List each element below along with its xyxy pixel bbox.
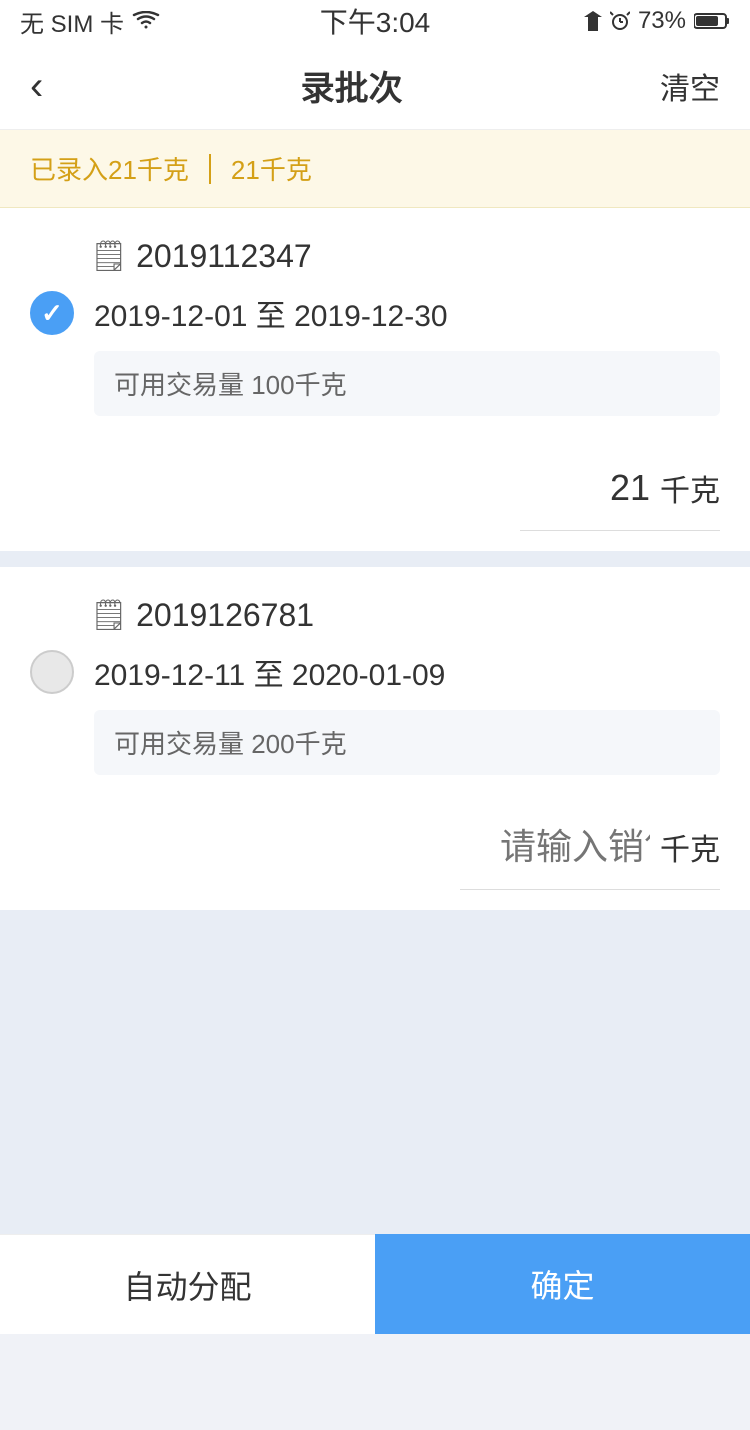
nav-bar: ‹ 录批次 清空 [0, 42, 750, 130]
batch1-inner: 🗒 2019112347 2019-12-01 至 2019-12-30 可用交… [0, 208, 750, 446]
wifi-icon [132, 11, 160, 31]
batch2-id: 2019126781 [136, 597, 314, 634]
batch2-input-row: 千克 [0, 805, 750, 889]
batch1-checkbox[interactable] [30, 291, 74, 335]
auto-distribute-button[interactable]: 自动分配 [0, 1234, 375, 1334]
page-title: 录批次 [301, 61, 403, 110]
bottom-bar: 自动分配 确定 [0, 1234, 750, 1334]
sim-label: 无 SIM 卡 [20, 4, 124, 39]
batch1-card: 🗒 2019112347 2019-12-01 至 2019-12-30 可用交… [0, 208, 750, 551]
battery-icon [694, 12, 730, 30]
total-label: 21千克 [231, 150, 312, 187]
batch1-doc-icon: 🗒 [90, 239, 128, 274]
status-bar: 无 SIM 卡 下午3:04 73% [0, 0, 750, 42]
batch2-card: 🗒 2019126781 2019-12-11 至 2020-01-09 可用交… [0, 567, 750, 910]
status-bar-time: 下午3:04 [320, 1, 431, 41]
location-icon [584, 11, 602, 31]
status-bar-right: 73% [584, 7, 730, 35]
batch1-amount-unit: 千克 [660, 466, 720, 510]
batch2-amount-input[interactable] [500, 826, 650, 868]
batch2-id-row: 🗒 2019126781 [90, 597, 720, 634]
batch1-amount-row: 千克 [0, 446, 750, 530]
info-banner: 已录入21千克 21千克 [0, 130, 750, 208]
batch2-date: 2019-12-11 至 2020-01-09 [94, 650, 445, 694]
batch1-id: 2019112347 [136, 238, 312, 275]
batch2-available: 可用交易量 200千克 [94, 710, 720, 775]
clear-button[interactable]: 清空 [660, 64, 720, 108]
section-divider-1 [0, 551, 750, 567]
banner-divider [209, 154, 211, 184]
batch1-date: 2019-12-01 至 2019-12-30 [94, 291, 448, 335]
confirm-button[interactable]: 确定 [375, 1234, 750, 1334]
batch2-input-unit: 千克 [660, 825, 720, 869]
batch1-id-row: 🗒 2019112347 [90, 238, 720, 275]
back-button[interactable]: ‹ [30, 66, 43, 106]
batch2-date-row: 2019-12-11 至 2020-01-09 [30, 650, 720, 694]
batch2-checkbox[interactable] [30, 650, 74, 694]
status-bar-left: 无 SIM 卡 [20, 4, 160, 39]
batch2-inner: 🗒 2019126781 2019-12-11 至 2020-01-09 可用交… [0, 567, 750, 805]
recorded-label: 已录入21千克 [30, 150, 189, 187]
batch1-amount-input[interactable] [500, 467, 650, 509]
batch1-available: 可用交易量 100千克 [94, 351, 720, 416]
batch1-date-row: 2019-12-01 至 2019-12-30 [30, 291, 720, 335]
alarm-icon [610, 11, 630, 31]
battery-percent: 73% [638, 7, 686, 35]
batch2-doc-icon: 🗒 [90, 598, 128, 633]
